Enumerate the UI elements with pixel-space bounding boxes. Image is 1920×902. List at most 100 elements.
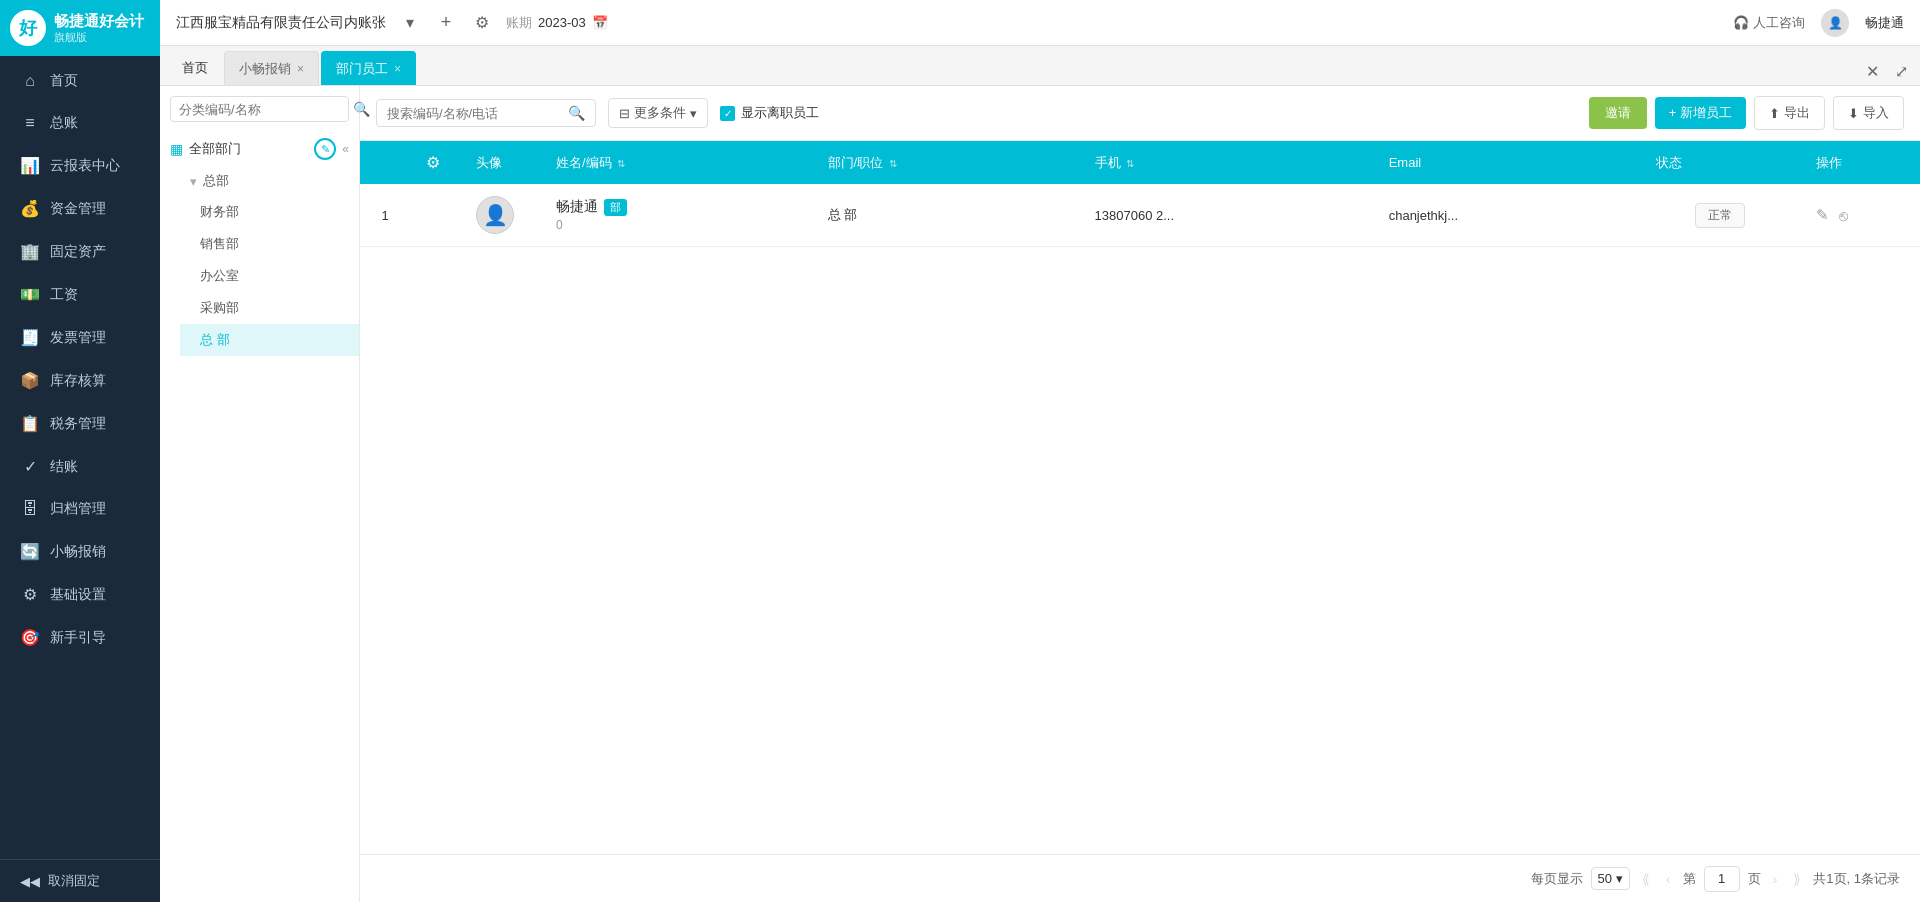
- logo-texts: 畅捷通好会计 旗舰版: [54, 12, 144, 45]
- cell-email: chanjethkj...: [1373, 184, 1640, 247]
- sidebar-item-home[interactable]: ⌂ 首页: [0, 60, 160, 102]
- import-label: 导入: [1863, 104, 1889, 122]
- dept-panel: 🔍 ▦ 全部部门 ✎ « ▾ 总部 财务部 销售部: [160, 86, 360, 902]
- sidebar-item-asset[interactable]: 🏢 固定资产: [0, 230, 160, 273]
- logout-button[interactable]: ⎋: [1839, 207, 1848, 224]
- import-button[interactable]: ⬇ 导入: [1833, 96, 1904, 130]
- tab-dept-close[interactable]: ×: [394, 62, 401, 76]
- col-dept[interactable]: 部门/职位 ⇅: [812, 141, 1079, 184]
- sidebar-item-settings[interactable]: ⚙ 基础设置: [0, 573, 160, 616]
- export-button[interactable]: ⬆ 导出: [1754, 96, 1825, 130]
- cell-phone: 13807060 2...: [1079, 184, 1373, 247]
- next-page-button[interactable]: ›: [1769, 869, 1782, 889]
- chevron-down-icon: ▾: [690, 106, 697, 121]
- employee-table-container: ⚙ 头像 姓名/编码 ⇅ 部门/职位 ⇅: [360, 141, 1920, 854]
- tab-dept[interactable]: 部门员工 ×: [321, 51, 416, 85]
- first-page-button[interactable]: ⟪: [1638, 869, 1654, 889]
- tab-home[interactable]: 首页: [168, 51, 222, 85]
- sidebar-item-settle[interactable]: ✓ 结账: [0, 445, 160, 488]
- dept-office-label: 办公室: [200, 268, 239, 283]
- username: 畅捷通: [1865, 14, 1904, 32]
- content-area: 🔍 ▦ 全部部门 ✎ « ▾ 总部 财务部 销售部: [160, 86, 1920, 902]
- dept-parent-label: 总部: [203, 172, 229, 190]
- sidebar-item-guide[interactable]: 🎯 新手引导: [0, 616, 160, 659]
- cell-settings: [410, 184, 460, 247]
- dept-edit-badge[interactable]: ✎: [314, 138, 336, 160]
- col-settings[interactable]: ⚙: [410, 141, 460, 184]
- home-icon: ⌂: [20, 72, 40, 90]
- export-label: 导出: [1784, 104, 1810, 122]
- logo-area: 好 畅捷通好会计 旗舰版: [0, 0, 160, 56]
- prev-page-button[interactable]: ‹: [1662, 869, 1675, 889]
- last-page-button[interactable]: ⟫: [1789, 869, 1805, 889]
- expand-icon: ▾: [190, 174, 197, 189]
- cancel-fix-button[interactable]: ◀◀ 取消固定: [0, 859, 160, 902]
- employee-panel: 🔍 ⊟ 更多条件 ▾ ✓ 显示离职员工 邀请 + 新增员工: [360, 86, 1920, 902]
- sidebar-item-ledger[interactable]: ≡ 总账: [0, 102, 160, 144]
- col-seq: [360, 141, 410, 184]
- sidebar-item-label: 发票管理: [50, 329, 106, 347]
- sidebar-item-fund[interactable]: 💰 资金管理: [0, 187, 160, 230]
- all-dept-header[interactable]: ▦ 全部部门 ✎ «: [160, 132, 359, 166]
- dept-item-office[interactable]: 办公室: [180, 260, 359, 292]
- sidebar-item-tax[interactable]: 📋 税务管理: [0, 402, 160, 445]
- grid-icon: ▦: [170, 141, 183, 157]
- pagination: 每页显示 50 ▾ ⟪ ‹ 第 页 › ⟫ 共1页, 1条记录: [360, 854, 1920, 902]
- employee-avatar: 👤: [476, 196, 514, 234]
- dept-tree: ▾ 总部 财务部 销售部 办公室 采购部 总 部: [160, 166, 359, 356]
- sidebar: 好 畅捷通好会计 旗舰版 ⌂ 首页 ≡ 总账 📊 云报表中心 💰 资金管理 🏢 …: [0, 0, 160, 902]
- page-number-input[interactable]: [1704, 866, 1740, 892]
- employee-table: ⚙ 头像 姓名/编码 ⇅ 部门/职位 ⇅: [360, 141, 1920, 247]
- sidebar-item-label: 库存核算: [50, 372, 106, 390]
- sidebar-item-archive[interactable]: 🗄 归档管理: [0, 488, 160, 530]
- show-resigned-toggle[interactable]: ✓ 显示离职员工: [720, 104, 819, 122]
- topbar-settings-button[interactable]: ⚙: [470, 11, 494, 35]
- fullscreen-button[interactable]: ⤢: [1891, 58, 1912, 85]
- col-name[interactable]: 姓名/编码 ⇅: [540, 141, 812, 184]
- invite-button[interactable]: 邀请: [1589, 97, 1647, 129]
- dept-search-box[interactable]: 🔍: [170, 96, 349, 122]
- sidebar-item-payroll[interactable]: 💵 工资: [0, 273, 160, 316]
- tab-home-label: 首页: [182, 59, 208, 77]
- cell-dept: 总 部: [812, 184, 1079, 247]
- calendar-icon[interactable]: 📅: [592, 15, 608, 30]
- page-size-select[interactable]: 50 ▾: [1591, 867, 1630, 890]
- add-employee-button[interactable]: + 新增员工: [1655, 97, 1746, 129]
- sidebar-nav: ⌂ 首页 ≡ 总账 📊 云报表中心 💰 资金管理 🏢 固定资产 💵 工资 🧾 发…: [0, 56, 160, 859]
- tabs-bar: 首页 小畅报销 × 部门员工 × ✕ ⤢: [160, 46, 1920, 86]
- close-tab-button[interactable]: ✕: [1862, 58, 1883, 85]
- sidebar-item-inventory[interactable]: 📦 库存核算: [0, 359, 160, 402]
- company-dropdown-button[interactable]: ▾: [398, 11, 422, 35]
- tab-expense[interactable]: 小畅报销 ×: [224, 51, 319, 85]
- sidebar-item-expense[interactable]: 🔄 小畅报销: [0, 530, 160, 573]
- dept-search-input[interactable]: [179, 102, 347, 117]
- show-resigned-label: 显示离职员工: [741, 104, 819, 122]
- pin-icon: ◀◀: [20, 874, 40, 889]
- add-company-button[interactable]: +: [434, 11, 458, 35]
- tab-expense-close[interactable]: ×: [297, 62, 304, 76]
- gear-icon: ⚙: [426, 154, 440, 171]
- edit-button[interactable]: ✎: [1816, 206, 1829, 224]
- filter-button[interactable]: ⊟ 更多条件 ▾: [608, 98, 708, 128]
- employee-search-icon[interactable]: 🔍: [568, 105, 585, 121]
- settings-icon: ⚙: [20, 585, 40, 604]
- dept-item-general[interactable]: 总 部: [180, 324, 359, 356]
- sidebar-item-report[interactable]: 📊 云报表中心: [0, 144, 160, 187]
- page-unit: 页: [1748, 870, 1761, 888]
- support-button[interactable]: 🎧 人工咨询: [1733, 14, 1805, 32]
- dept-parent-general[interactable]: ▾ 总部: [180, 166, 359, 196]
- tab-expense-label: 小畅报销: [239, 60, 291, 78]
- resigned-checkbox[interactable]: ✓: [720, 106, 735, 121]
- period-value: 2023-03: [538, 15, 586, 30]
- dept-item-sales[interactable]: 销售部: [180, 228, 359, 260]
- col-phone[interactable]: 手机 ⇅: [1079, 141, 1373, 184]
- logo-sub: 旗舰版: [54, 30, 144, 45]
- collapse-button[interactable]: «: [342, 142, 349, 156]
- employee-name: 畅捷通: [556, 198, 598, 216]
- employee-search-input[interactable]: [387, 106, 562, 121]
- employee-search-box[interactable]: 🔍: [376, 99, 596, 127]
- dept-item-purchase[interactable]: 采购部: [180, 292, 359, 324]
- sidebar-item-invoice[interactable]: 🧾 发票管理: [0, 316, 160, 359]
- dept-item-finance[interactable]: 财务部: [180, 196, 359, 228]
- sort-dept-icon: ⇅: [889, 158, 897, 169]
